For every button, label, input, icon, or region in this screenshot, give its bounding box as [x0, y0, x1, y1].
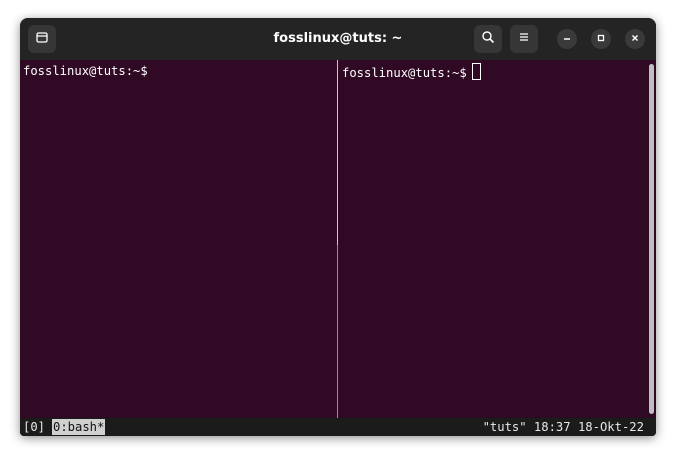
scrollbar[interactable]: [648, 60, 656, 418]
terminal-area[interactable]: fosslinux@tuts:~$ fosslinux@tuts:~$: [20, 60, 656, 418]
scrollbar-thumb[interactable]: [649, 64, 654, 414]
pane-divider[interactable]: [337, 60, 338, 245]
search-button[interactable]: [474, 25, 502, 53]
tmux-window-tab[interactable]: 0:bash*: [52, 419, 106, 435]
tmux-pane-left[interactable]: fosslinux@tuts:~$: [20, 60, 336, 418]
tmux-pane-right[interactable]: fosslinux@tuts:~$: [339, 60, 649, 418]
shell-prompt-text: fosslinux@tuts:~$: [342, 66, 467, 80]
hamburger-menu-icon: [517, 30, 531, 49]
tmux-status-bar: [0] 0:bash* "tuts" 18:37 18-Okt-22: [20, 418, 656, 436]
minimize-button[interactable]: [557, 29, 577, 49]
search-icon: [481, 30, 495, 49]
maximize-icon: [596, 30, 606, 48]
active-pane-border[interactable]: [337, 245, 338, 418]
shell-prompt: fosslinux@tuts:~$: [23, 64, 148, 78]
tmux-session-name: [0]: [23, 420, 46, 434]
text-cursor: [471, 63, 481, 80]
minimize-icon: [562, 30, 572, 48]
close-button[interactable]: [625, 29, 645, 49]
tmux-status-right: "tuts" 18:37 18-Okt-22: [482, 420, 644, 434]
maximize-button[interactable]: [591, 29, 611, 49]
header-bar: fosslinux@tuts: ~: [20, 18, 656, 60]
terminal-window: fosslinux@tuts: ~ fosslinux@tuts:~$ foss…: [20, 18, 656, 436]
close-icon: [630, 30, 640, 48]
shell-prompt-active: fosslinux@tuts:~$: [342, 63, 481, 81]
menu-button[interactable]: [510, 25, 538, 53]
